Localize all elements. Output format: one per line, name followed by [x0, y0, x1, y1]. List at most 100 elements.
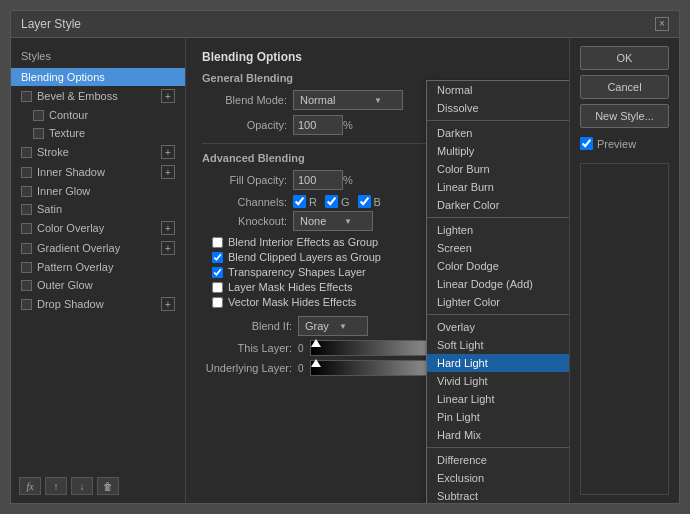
texture-checkbox[interactable]: [33, 128, 44, 139]
sidebar-item-inner-glow[interactable]: Inner Glow: [11, 182, 185, 200]
blend-mode-dropdown[interactable]: Normal ▼: [293, 90, 403, 110]
blend-if-dropdown[interactable]: Gray ▼: [298, 316, 368, 336]
vector-mask-hides-checkbox[interactable]: [212, 297, 223, 308]
sidebar-item-drop-shadow-label: Drop Shadow: [37, 298, 161, 310]
this-layer-handle-left[interactable]: [311, 339, 321, 347]
move-up-button[interactable]: ↑: [45, 477, 67, 495]
sidebar-item-blending-options[interactable]: Blending Options: [11, 68, 185, 86]
blend-option-color-burn[interactable]: Color Burn: [427, 160, 569, 178]
drop-shadow-checkbox[interactable]: [21, 299, 32, 310]
knockout-dropdown[interactable]: None ▼: [293, 211, 373, 231]
channel-g-checkbox[interactable]: [325, 195, 338, 208]
sidebar-item-drop-shadow[interactable]: Drop Shadow +: [11, 294, 185, 314]
bevel-emboss-checkbox[interactable]: [21, 91, 32, 102]
inner-shadow-checkbox[interactable]: [21, 167, 32, 178]
blend-option-multiply[interactable]: Multiply: [427, 142, 569, 160]
gradient-overlay-plus[interactable]: +: [161, 241, 175, 255]
ok-button[interactable]: OK: [580, 46, 669, 70]
blend-option-darken[interactable]: Darken: [427, 124, 569, 142]
gradient-overlay-checkbox[interactable]: [21, 243, 32, 254]
fill-opacity-input[interactable]: [293, 170, 343, 190]
bevel-emboss-plus[interactable]: +: [161, 89, 175, 103]
sidebar-heading: Styles: [11, 46, 185, 68]
channel-r[interactable]: R: [293, 195, 317, 208]
channel-b-checkbox[interactable]: [358, 195, 371, 208]
opacity-percent: %: [343, 119, 353, 131]
color-overlay-plus[interactable]: +: [161, 221, 175, 235]
blend-if-value: Gray: [305, 320, 329, 332]
this-layer-label: This Layer:: [202, 342, 292, 354]
sidebar-item-color-overlay[interactable]: Color Overlay +: [11, 218, 185, 238]
preview-area: [580, 163, 669, 495]
sidebar-item-contour-label: Contour: [49, 109, 175, 121]
sidebar-item-stroke[interactable]: Stroke +: [11, 142, 185, 162]
fill-opacity-label: Fill Opacity:: [202, 174, 287, 186]
sidebar: Styles Blending Options Bevel & Emboss +…: [11, 38, 186, 503]
blend-option-normal[interactable]: Normal: [427, 81, 569, 99]
preview-label: Preview: [597, 138, 636, 150]
satin-checkbox[interactable]: [21, 204, 32, 215]
blend-option-dissolve[interactable]: Dissolve: [427, 99, 569, 117]
blend-option-linear-dodge[interactable]: Linear Dodge (Add): [427, 275, 569, 293]
blend-option-lighten[interactable]: Lighten: [427, 221, 569, 239]
layer-mask-hides-checkbox[interactable]: [212, 282, 223, 293]
sidebar-item-gradient-overlay[interactable]: Gradient Overlay +: [11, 238, 185, 258]
opacity-label: Opacity:: [202, 119, 287, 131]
sidebar-item-texture-label: Texture: [49, 127, 175, 139]
blend-option-exclusion[interactable]: Exclusion: [427, 469, 569, 487]
color-overlay-checkbox[interactable]: [21, 223, 32, 234]
blend-option-hard-light[interactable]: Hard Light: [427, 354, 569, 372]
channel-g[interactable]: G: [325, 195, 350, 208]
blend-option-linear-burn[interactable]: Linear Burn: [427, 178, 569, 196]
blend-option-color-dodge[interactable]: Color Dodge: [427, 257, 569, 275]
inner-shadow-plus[interactable]: +: [161, 165, 175, 179]
close-button[interactable]: ×: [655, 17, 669, 31]
channel-b[interactable]: B: [358, 195, 381, 208]
blend-option-darker-color[interactable]: Darker Color: [427, 196, 569, 214]
dialog-title: Layer Style: [21, 17, 81, 31]
sidebar-item-outer-glow[interactable]: Outer Glow: [11, 276, 185, 294]
layer-style-dialog: Layer Style × Styles Blending Options Be…: [10, 10, 680, 504]
transparency-shapes-checkbox[interactable]: [212, 267, 223, 278]
sidebar-item-pattern-overlay[interactable]: Pattern Overlay: [11, 258, 185, 276]
stroke-plus[interactable]: +: [161, 145, 175, 159]
blend-option-soft-light[interactable]: Soft Light: [427, 336, 569, 354]
outer-glow-checkbox[interactable]: [21, 280, 32, 291]
blend-interior-checkbox[interactable]: [212, 237, 223, 248]
transparency-shapes-label: Transparency Shapes Layer: [228, 266, 366, 278]
contour-checkbox[interactable]: [33, 110, 44, 121]
fx-button[interactable]: fx: [19, 477, 41, 495]
blend-option-overlay[interactable]: Overlay: [427, 318, 569, 336]
blend-option-hard-mix[interactable]: Hard Mix: [427, 426, 569, 444]
fill-opacity-percent: %: [343, 174, 353, 186]
move-down-button[interactable]: ↓: [71, 477, 93, 495]
sidebar-item-texture[interactable]: Texture: [11, 124, 185, 142]
sidebar-item-contour[interactable]: Contour: [11, 106, 185, 124]
sidebar-bottom-bar: fx ↑ ↓ 🗑: [19, 477, 119, 495]
blend-option-vivid-light[interactable]: Vivid Light: [427, 372, 569, 390]
delete-button[interactable]: 🗑: [97, 477, 119, 495]
sidebar-item-inner-shadow[interactable]: Inner Shadow +: [11, 162, 185, 182]
blend-option-lighter-color[interactable]: Lighter Color: [427, 293, 569, 311]
drop-shadow-plus[interactable]: +: [161, 297, 175, 311]
blend-option-linear-light[interactable]: Linear Light: [427, 390, 569, 408]
stroke-checkbox[interactable]: [21, 147, 32, 158]
blend-option-subtract[interactable]: Subtract: [427, 487, 569, 503]
sidebar-item-satin-label: Satin: [37, 203, 175, 215]
preview-checkbox[interactable]: [580, 137, 593, 150]
sidebar-item-satin[interactable]: Satin: [11, 200, 185, 218]
inner-glow-checkbox[interactable]: [21, 186, 32, 197]
blend-option-difference[interactable]: Difference: [427, 451, 569, 469]
channel-r-checkbox[interactable]: [293, 195, 306, 208]
underlying-layer-handle-left[interactable]: [311, 359, 321, 367]
cancel-button[interactable]: Cancel: [580, 75, 669, 99]
blend-option-pin-light[interactable]: Pin Light: [427, 408, 569, 426]
opacity-input[interactable]: 100: [293, 115, 343, 135]
blend-mode-popup: Normal Dissolve Darken Multiply Color Bu…: [426, 80, 569, 503]
new-style-button[interactable]: New Style...: [580, 104, 669, 128]
pattern-overlay-checkbox[interactable]: [21, 262, 32, 273]
blend-option-screen[interactable]: Screen: [427, 239, 569, 257]
this-layer-min: 0: [298, 343, 304, 354]
blend-clipped-checkbox[interactable]: [212, 252, 223, 263]
sidebar-item-bevel-emboss[interactable]: Bevel & Emboss +: [11, 86, 185, 106]
